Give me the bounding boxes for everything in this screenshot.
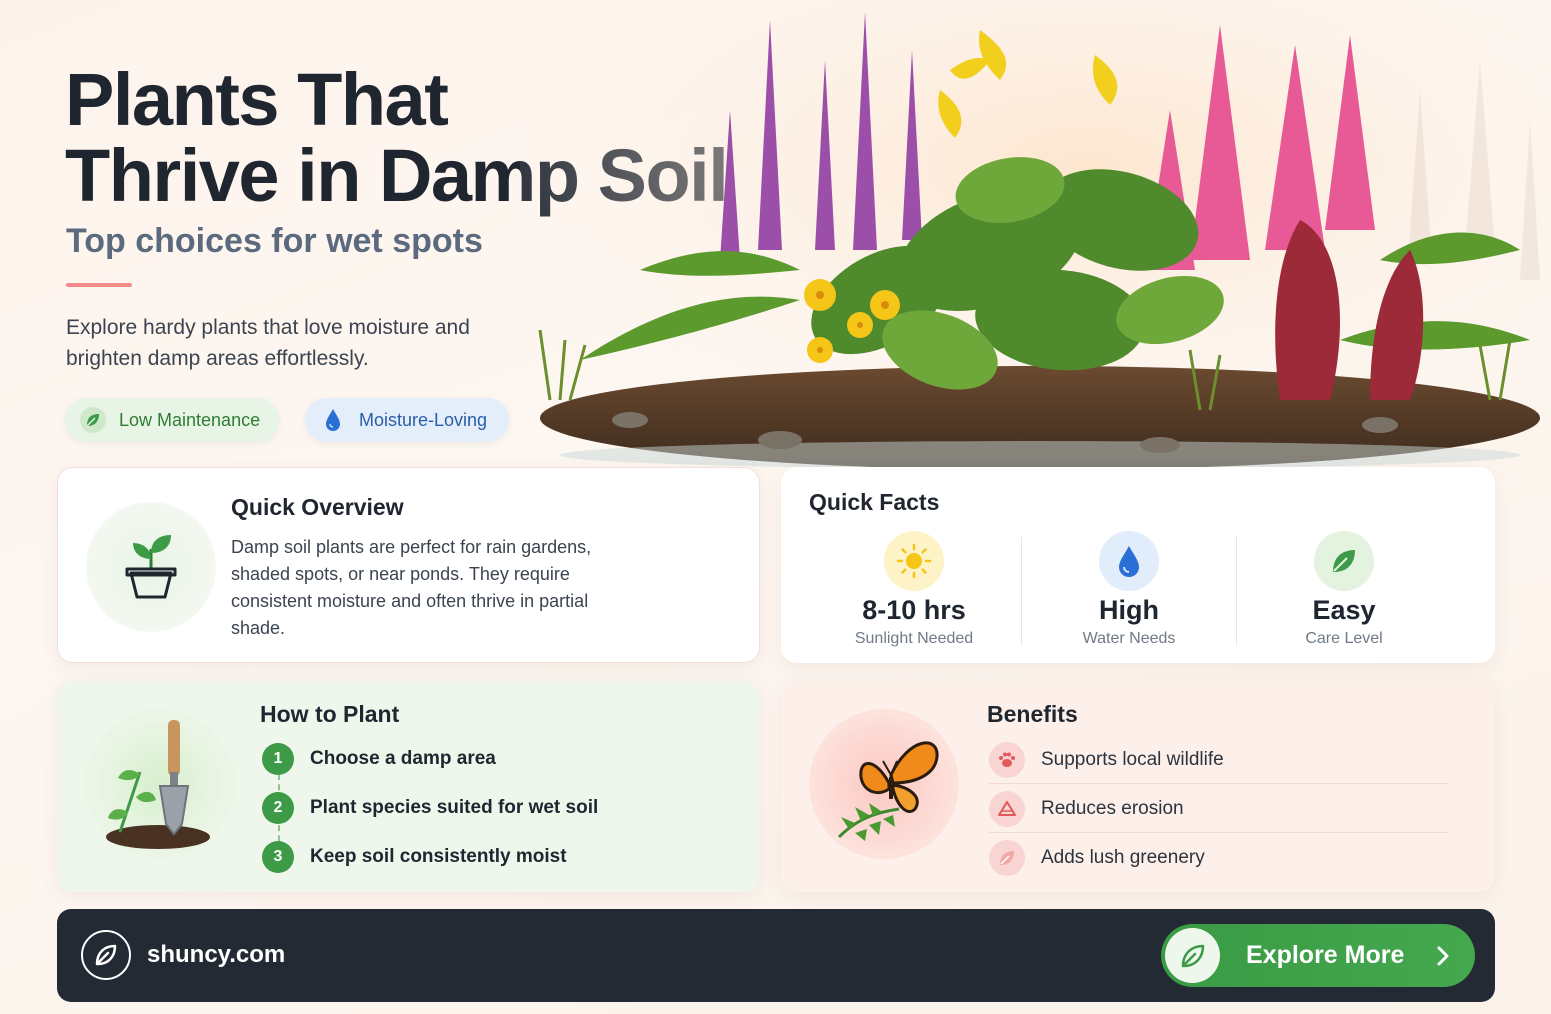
fact-sunlight: 8-10 hrs Sunlight Needed: [806, 531, 1022, 651]
tag-label: Moisture-Loving: [359, 409, 488, 430]
fact-label: Sunlight Needed: [854, 630, 974, 647]
accent-divider: [66, 283, 132, 287]
quick-facts-card: Quick Facts 8-10 hrs Sunlight Needed Hig…: [781, 467, 1495, 663]
quick-overview-card: Quick Overview Damp soil plants are perf…: [57, 467, 760, 663]
step-number: 2: [262, 792, 294, 824]
water-drop-icon: [1099, 531, 1159, 591]
step-text: Keep soil consistently moist: [310, 846, 567, 867]
site-logo-icon[interactable]: [81, 930, 131, 980]
step-text: Choose a damp area: [310, 748, 496, 769]
paw-icon: [989, 741, 1025, 778]
benefits-title: Benefits: [987, 701, 1078, 727]
fact-value: High: [1099, 595, 1159, 625]
water-drop-icon: [319, 406, 347, 434]
benefit-item: Adds lush greenery: [989, 833, 1449, 882]
tag-low-maintenance: Low Maintenance: [65, 398, 279, 442]
fact-value: Easy: [1312, 595, 1376, 625]
explore-more-label: Explore More: [1246, 941, 1405, 969]
trowel-icon: [100, 712, 220, 857]
fact-label: Care Level: [1305, 630, 1383, 647]
erosion-icon: [989, 790, 1025, 827]
chevron-right-icon: [1433, 944, 1453, 973]
tag-label: Low Maintenance: [119, 409, 261, 430]
step-item: 2 Plant species suited for wet soil: [262, 792, 598, 824]
benefit-text: Supports local wildlife: [1041, 748, 1224, 770]
benefit-item: Supports local wildlife: [989, 735, 1449, 784]
butterfly-icon: [819, 717, 949, 852]
hero-description: Explore hardy plants that love moisture …: [66, 316, 470, 370]
planting-illustration: [85, 709, 235, 859]
benefit-text: Reduces erosion: [1041, 797, 1184, 819]
benefit-item: Reduces erosion: [989, 784, 1449, 833]
explore-more-button[interactable]: Explore More: [1161, 924, 1475, 987]
step-number: 3: [262, 841, 294, 873]
step-item: 3 Keep soil consistently moist: [262, 841, 567, 873]
leaf-icon: [1314, 531, 1374, 591]
step-text: Plant species suited for wet soil: [310, 797, 599, 818]
leaf-icon: [989, 839, 1025, 876]
hero-plant-illustration: [520, 0, 1551, 470]
overview-icon-wrap: [86, 502, 216, 632]
page-subtitle: Top choices for wet spots: [66, 222, 483, 260]
tag-moisture-loving: Moisture-Loving: [305, 398, 509, 442]
facts-title: Quick Facts: [809, 489, 940, 515]
footer-bar: shuncy.com Explore More: [57, 909, 1495, 1002]
site-name-link[interactable]: shuncy.com: [147, 941, 285, 969]
fact-value: 8-10 hrs: [862, 595, 966, 625]
infographic-page: Plants That Thrive in Damp Soil Top choi…: [0, 0, 1551, 1014]
benefit-text: Adds lush greenery: [1041, 846, 1205, 868]
how-to-plant-title: How to Plant: [260, 701, 400, 727]
overview-title: Quick Overview: [231, 494, 404, 520]
step-item: 1 Choose a damp area: [262, 743, 496, 775]
sun-icon: [884, 531, 944, 591]
leaf-icon: [1165, 928, 1220, 983]
butterfly-illustration: [809, 709, 959, 859]
step-number: 1: [262, 743, 294, 775]
fact-care: Easy Care Level: [1236, 531, 1452, 651]
potted-plant-icon: [123, 529, 179, 606]
fact-label: Water Needs: [1082, 630, 1176, 647]
benefits-card: Benefits Supports local wildlife Reduces…: [781, 681, 1495, 892]
overview-text: Damp soil plants are perfect for rain ga…: [231, 537, 592, 638]
leaf-icon: [79, 406, 107, 434]
fact-water: High Water Needs: [1021, 531, 1237, 651]
how-to-plant-card: How to Plant 1 Choose a damp area 2 Plan…: [57, 681, 760, 892]
